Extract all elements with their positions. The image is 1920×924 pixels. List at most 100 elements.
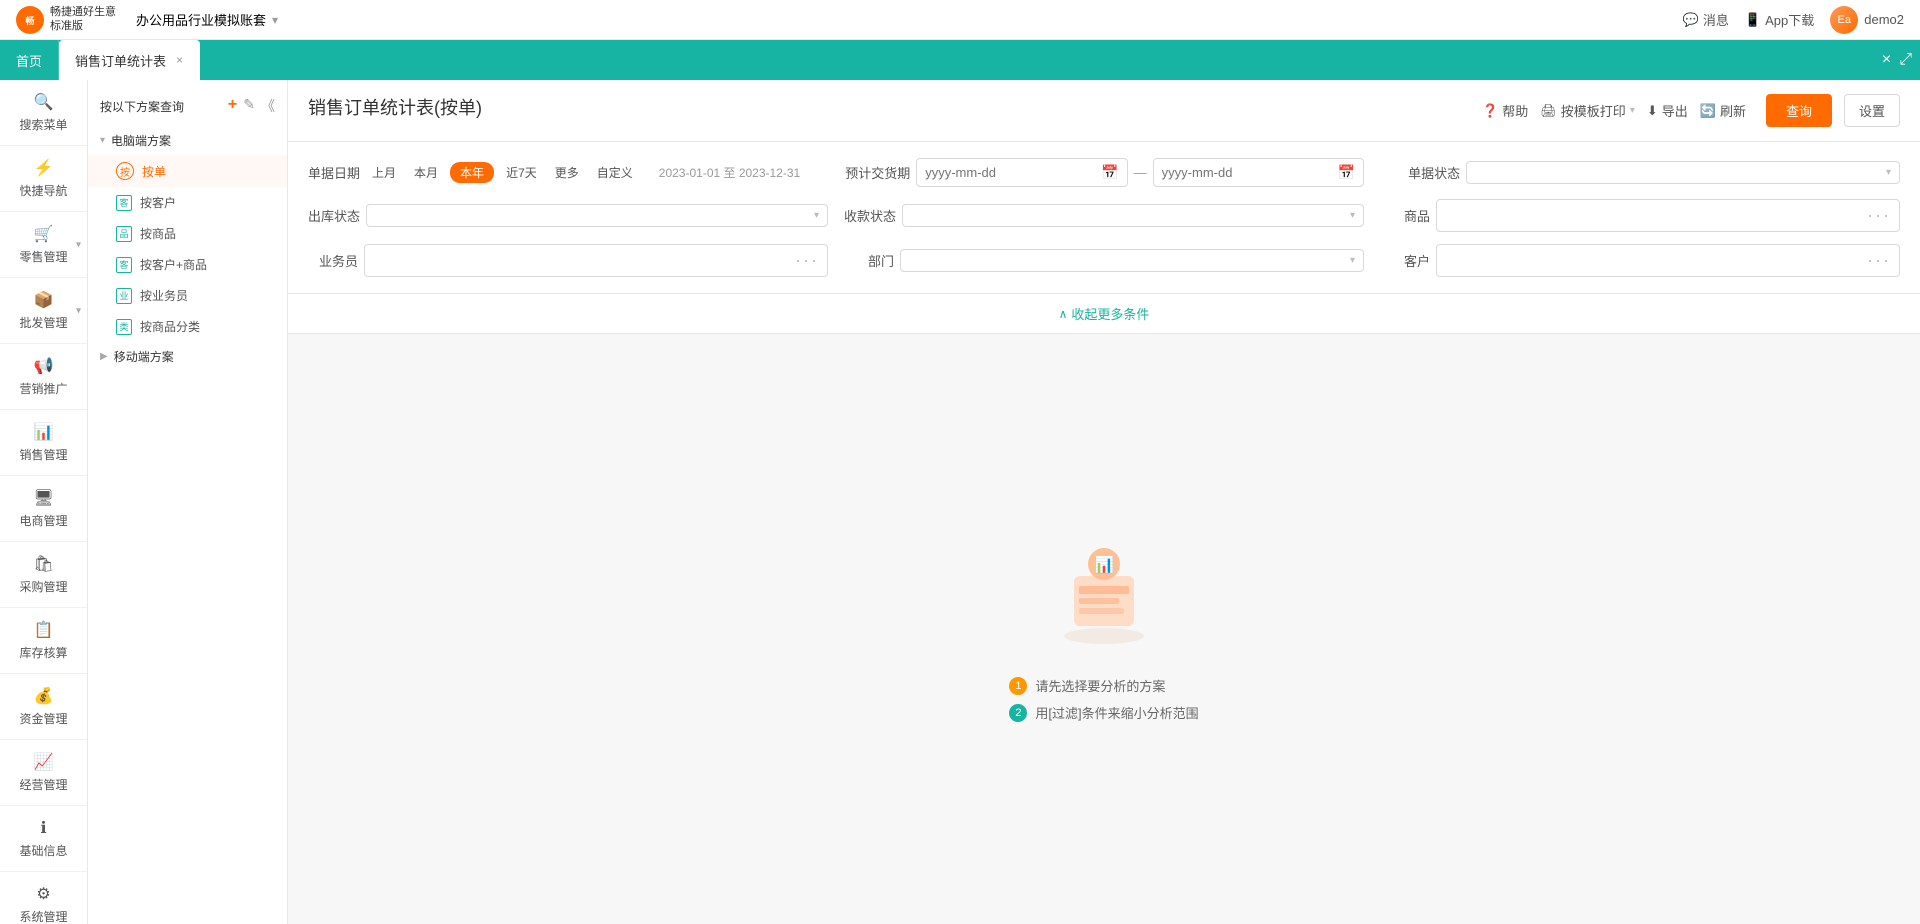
sidebar-item-purchase[interactable]: 🛍 采购管理	[0, 542, 87, 608]
single-status-select[interactable]: ▾	[1466, 161, 1900, 184]
edit-scheme-btn[interactable]: ✎	[243, 96, 255, 116]
scheme-panel: 按以下方案查询 + ✎ 《 ▾ 电脑端方案 按 按单 客 按客户	[88, 80, 288, 924]
sidebar-item-basic[interactable]: ℹ 基础信息	[0, 806, 87, 872]
help-icon: ❓	[1482, 103, 1498, 119]
scheme-group-desktop-title[interactable]: ▾ 电脑端方案	[88, 126, 287, 155]
customer-select[interactable]: ···	[1436, 244, 1900, 277]
refresh-btn[interactable]: 🔄 刷新	[1700, 101, 1746, 120]
breadcrumb-title: 办公用品行业模拟账套	[136, 10, 266, 29]
marketing-icon: 📢	[34, 356, 54, 376]
scheme-item-by-category[interactable]: 类 按商品分类	[88, 311, 287, 342]
payment-status-label: 收款状态	[844, 206, 896, 225]
sidebar-item-finance[interactable]: 💰 资金管理	[0, 674, 87, 740]
top-bar-right: 💬 消息 📱 App下载 Ea demo2	[1683, 6, 1904, 34]
scheme-item-by-order[interactable]: 按 按单	[88, 155, 287, 187]
collapse-arrow-icon: ∧	[1059, 307, 1068, 321]
department-label: 部门	[844, 251, 894, 270]
top-bar-left: 畅 畅捷通好生意 标准版 办公用品行业模拟账套 ▾	[16, 6, 278, 34]
delivery-start-field[interactable]	[925, 165, 1101, 180]
this-month-btn[interactable]: 本月	[408, 162, 444, 183]
sidebar-item-search-menu[interactable]: 🔍 搜索菜单	[0, 80, 87, 146]
department-field: 部门 ▾	[844, 249, 1364, 272]
scheme-item-by-product[interactable]: 品 按商品	[88, 218, 287, 249]
delivery-start-input[interactable]: 📅	[916, 158, 1127, 187]
by-product-icon: 品	[116, 226, 132, 242]
scheme-item-by-customer-product[interactable]: 客 按客户+商品	[88, 249, 287, 280]
scheme-item-by-customer[interactable]: 客 按客户	[88, 187, 287, 218]
date-shortcuts: 上月 本月 本年 近7天 更多 自定义	[366, 162, 639, 183]
message-btn[interactable]: 💬 消息	[1683, 10, 1729, 29]
help-btn[interactable]: ❓ 帮助	[1482, 101, 1528, 120]
finance-icon: 💰	[34, 686, 54, 706]
scheme-item-by-salesperson[interactable]: 业 按业务员	[88, 280, 287, 311]
close-tab-icon[interactable]: ×	[1882, 51, 1891, 69]
sidebar-item-retail[interactable]: 🛒 零售管理	[0, 212, 87, 278]
sidebar-item-quick-nav[interactable]: ⚡ 快捷导航	[0, 146, 87, 212]
home-tab-label: 首页	[16, 51, 42, 70]
operation-label: 经营管理	[19, 776, 67, 793]
breadcrumb-arrow-icon[interactable]: ▾	[272, 13, 278, 27]
empty-tip-1: 1 请先选择要分析的方案	[1009, 676, 1198, 695]
purchase-icon: 🛍	[33, 554, 53, 574]
wholesale-icon: 📦	[34, 290, 54, 310]
system-icon: ⚙	[36, 884, 50, 904]
sidebar-item-ecom[interactable]: 🖥 电商管理	[0, 476, 87, 542]
page-header-actions: ❓ 帮助 🖨 按模板打印 ▾ ⬇ 导出 🔄 刷新	[1482, 94, 1900, 141]
maximize-icon[interactable]: ⤢	[1899, 51, 1912, 69]
salesperson-field: 业务员 ···	[308, 244, 828, 277]
scheme-by-cust-prod-label: 按客户+商品	[140, 256, 207, 273]
empty-illustration: 📊	[1044, 536, 1164, 656]
payment-status-arrow-icon: ▾	[1350, 210, 1355, 221]
sidebar-item-system[interactable]: ⚙ 系统管理	[0, 872, 87, 924]
message-icon: 💬	[1683, 12, 1699, 28]
app-download-btn[interactable]: 📱 App下载	[1745, 10, 1814, 29]
add-scheme-btn[interactable]: +	[228, 96, 237, 116]
sidebar-item-wholesale[interactable]: 📦 批发管理	[0, 278, 87, 344]
date-filter-field: 单据日期 上月 本月 本年 近7天 更多 自定义	[308, 162, 639, 183]
last-month-btn[interactable]: 上月	[366, 162, 402, 183]
system-label: 系统管理	[19, 908, 67, 924]
sidebar-item-inventory[interactable]: 📋 库存核算	[0, 608, 87, 674]
payment-status-select[interactable]: ▾	[902, 204, 1364, 227]
single-status-arrow-icon: ▾	[1886, 167, 1891, 178]
svg-text:📊: 📊	[1094, 555, 1114, 574]
out-status-select[interactable]: ▾	[366, 204, 828, 227]
export-btn[interactable]: ⬇ 导出	[1647, 101, 1688, 120]
product-select[interactable]: ···	[1436, 199, 1900, 232]
scheme-group-mobile-title[interactable]: ▶ 移动端方案	[88, 342, 287, 371]
print-btn[interactable]: 🖨 按模板打印 ▾	[1540, 101, 1635, 120]
last-7-days-btn[interactable]: 近7天	[500, 162, 543, 183]
filter-row-2: 出库状态 ▾ 收款状态 ▾ 商品	[308, 199, 1900, 232]
sidebar-item-operation[interactable]: 📈 经营管理	[0, 740, 87, 806]
retail-icon: 🛒	[34, 224, 54, 244]
tab-close-icon[interactable]: ×	[176, 53, 183, 67]
tip-1-text: 请先选择要分析的方案	[1035, 676, 1165, 695]
operation-icon: 📈	[34, 752, 54, 772]
print-icon: 🖨	[1540, 103, 1557, 119]
by-salesperson-icon: 业	[116, 288, 132, 304]
tab-sales-order-stats[interactable]: 销售订单统计表 ×	[59, 40, 200, 80]
tab-home[interactable]: 首页	[0, 40, 59, 80]
department-arrow-icon: ▾	[1350, 255, 1355, 266]
sidebar-item-sales[interactable]: 📊 销售管理	[0, 410, 87, 476]
delivery-end-field[interactable]	[1162, 165, 1338, 180]
print-arrow-icon: ▾	[1630, 105, 1635, 116]
calendar-start-icon: 📅	[1101, 164, 1118, 181]
content-area: 按以下方案查询 + ✎ 《 ▾ 电脑端方案 按 按单 客 按客户	[88, 80, 1920, 924]
basic-icon: ℹ	[40, 818, 46, 838]
more-dates-btn[interactable]: 更多	[549, 162, 585, 183]
delivery-end-input[interactable]: 📅	[1153, 158, 1364, 187]
salesperson-select[interactable]: ···	[364, 244, 828, 277]
setting-button[interactable]: 设置	[1844, 94, 1900, 127]
custom-date-btn[interactable]: 自定义	[591, 162, 639, 183]
tip-2-text: 用[过滤]条件来缩小分析范围	[1035, 703, 1198, 722]
sidebar-item-marketing[interactable]: 📢 营销推广	[0, 344, 87, 410]
tip-2-number: 2	[1009, 704, 1027, 722]
query-button[interactable]: 查询	[1766, 94, 1832, 127]
collapse-bar[interactable]: ∧ 收起更多条件	[288, 294, 1920, 334]
by-customer-icon: 客	[116, 195, 132, 211]
this-year-btn[interactable]: 本年	[450, 162, 494, 183]
collapse-scheme-btn[interactable]: 《	[261, 96, 275, 116]
user-profile-btn[interactable]: Ea demo2	[1830, 6, 1904, 34]
department-select[interactable]: ▾	[900, 249, 1364, 272]
